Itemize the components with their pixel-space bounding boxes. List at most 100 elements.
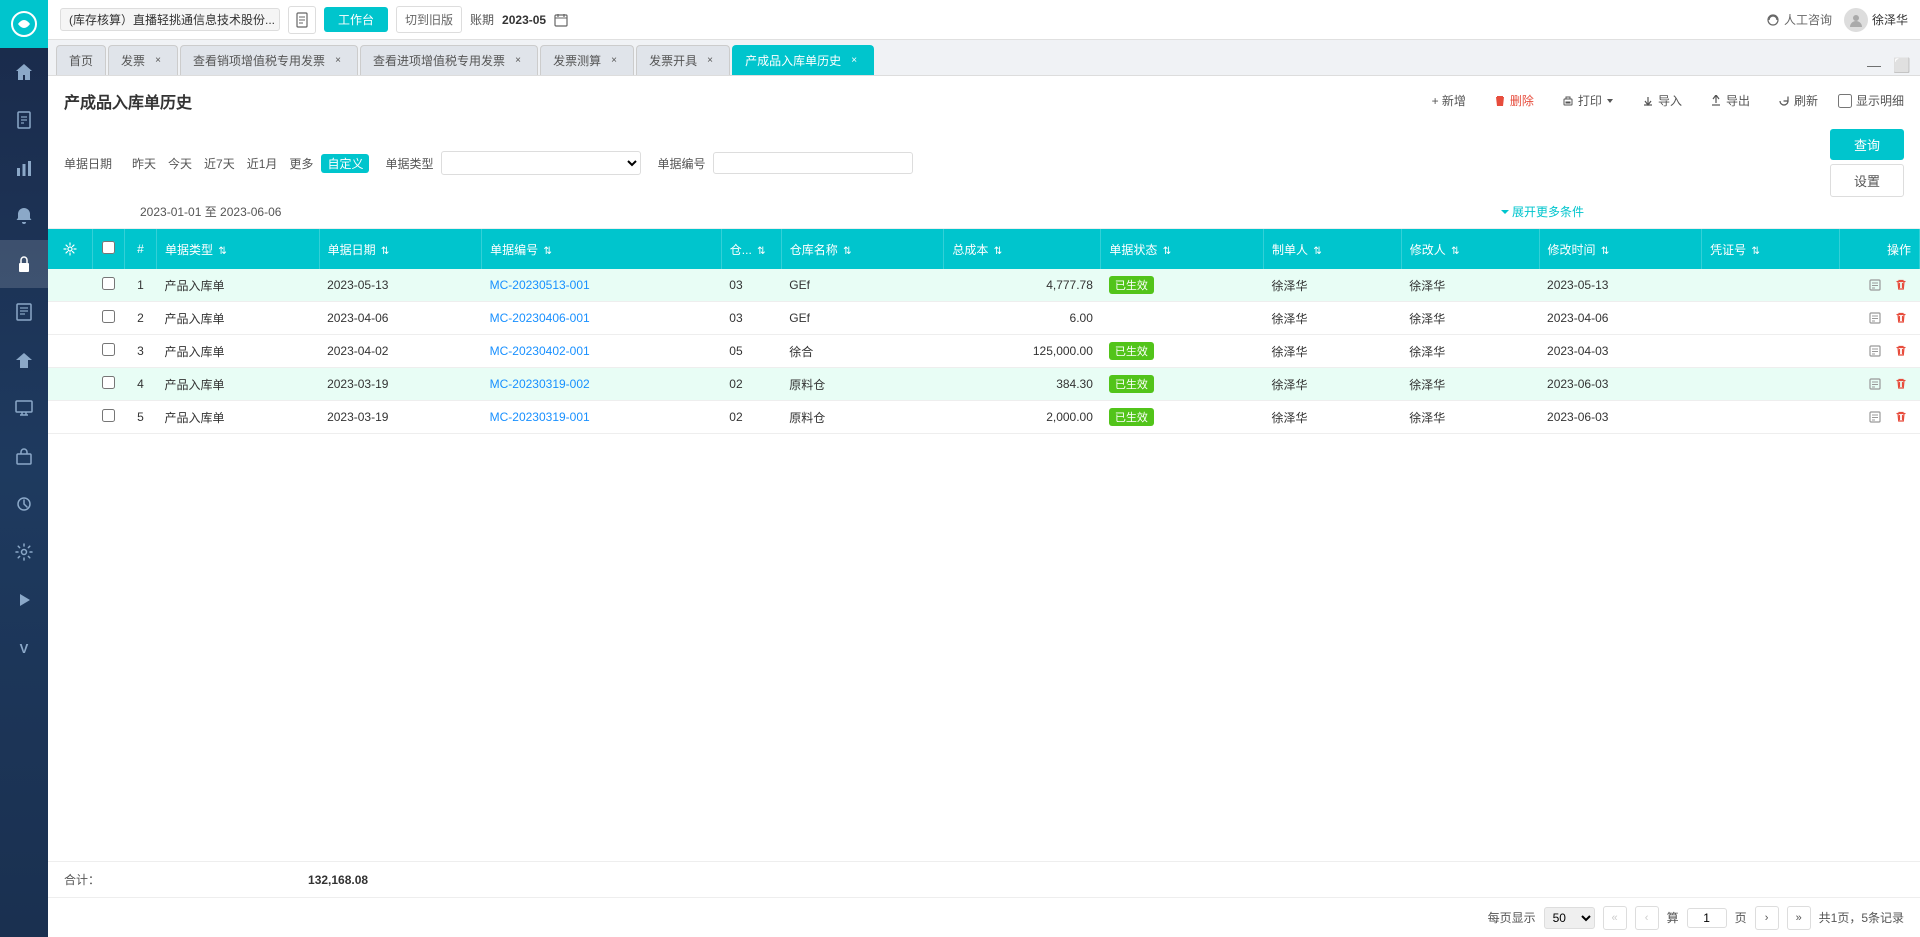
sidebar-item-briefcase[interactable] <box>0 432 48 480</box>
app-logo[interactable] <box>0 0 48 48</box>
print-button[interactable]: 打印 <box>1554 88 1622 113</box>
show-detail-checkbox[interactable] <box>1838 94 1852 108</box>
page-prev-btn[interactable]: ‹ <box>1635 906 1659 930</box>
company-selector[interactable]: (库存核算）直播轻挑通信息技术股份... <box>60 8 280 31</box>
sidebar-item-screen[interactable] <box>0 384 48 432</box>
col-doc-no[interactable]: 单据编号 ⇅ <box>482 229 722 269</box>
tab-product-inbound-close[interactable]: × <box>847 54 861 68</box>
col-warehouse-name[interactable]: 仓库名称 ⇅ <box>781 229 944 269</box>
row-doc-no-link[interactable]: MC-20230406-001 <box>490 311 590 325</box>
tab-invoice[interactable]: 发票 × <box>108 45 178 75</box>
col-modifier[interactable]: 修改人 ⇅ <box>1401 229 1539 269</box>
shortcut-7days[interactable]: 近7天 <box>200 154 239 173</box>
tab-invoice-calc[interactable]: 发票测算 × <box>540 45 634 75</box>
query-button[interactable]: 查询 <box>1830 129 1904 160</box>
tab-check-purchase-vat-close[interactable]: × <box>511 54 525 68</box>
col-doc-type[interactable]: 单据类型 ⇅ <box>157 229 320 269</box>
sidebar-item-home[interactable] <box>0 48 48 96</box>
row-doc-no[interactable]: MC-20230406-001 <box>482 302 722 335</box>
doc-type-select[interactable] <box>441 151 641 175</box>
row-doc-no-link[interactable]: MC-20230513-001 <box>490 278 590 292</box>
col-doc-date[interactable]: 单据日期 ⇅ <box>319 229 482 269</box>
sidebar-item-lock[interactable] <box>0 240 48 288</box>
row-edit-btn[interactable] <box>1865 275 1885 295</box>
row-delete-btn[interactable] <box>1891 275 1911 295</box>
shortcut-yesterday[interactable]: 昨天 <box>128 154 160 173</box>
user-info[interactable]: 徐泽华 <box>1844 8 1908 32</box>
col-total-cost[interactable]: 总成本 ⇅ <box>944 229 1101 269</box>
page-input[interactable] <box>1687 908 1727 928</box>
tab-invoice-open-close[interactable]: × <box>703 54 717 68</box>
sidebar-item-refresh[interactable] <box>0 480 48 528</box>
sidebar-item-invoice[interactable] <box>0 96 48 144</box>
expand-conditions-btn[interactable]: 展开更多条件 <box>1500 203 1584 220</box>
import-button[interactable]: 导入 <box>1634 88 1690 113</box>
doc-icon-btn[interactable] <box>288 6 316 34</box>
col-creator[interactable]: 制单人 ⇅ <box>1263 229 1401 269</box>
sidebar-item-doc[interactable] <box>0 288 48 336</box>
row-checkbox-cell[interactable] <box>93 335 125 368</box>
tab-check-sales-vat-close[interactable]: × <box>331 54 345 68</box>
page-first-btn[interactable]: « <box>1603 906 1627 930</box>
row-doc-no-link[interactable]: MC-20230319-002 <box>490 377 590 391</box>
row-edit-btn[interactable] <box>1865 341 1885 361</box>
settings-gear-icon[interactable] <box>56 235 84 263</box>
col-modify-time[interactable]: 修改时间 ⇅ <box>1539 229 1702 269</box>
tab-invoice-open[interactable]: 发票开具 × <box>636 45 730 75</box>
col-warehouse-no[interactable]: 仓... ⇅ <box>721 229 781 269</box>
col-doc-status[interactable]: 单据状态 ⇅ <box>1101 229 1264 269</box>
tab-maximize-btn[interactable]: ⬜ <box>1892 55 1912 75</box>
row-checkbox[interactable] <box>102 310 115 323</box>
row-checkbox[interactable] <box>102 343 115 356</box>
row-delete-btn[interactable] <box>1891 374 1911 394</box>
per-page-select[interactable]: 50 100 200 <box>1544 907 1595 929</box>
tab-check-purchase-vat[interactable]: 查看进项增值税专用发票 × <box>360 45 538 75</box>
row-checkbox-cell[interactable] <box>93 302 125 335</box>
sidebar-item-gear[interactable] <box>0 528 48 576</box>
show-detail-toggle[interactable]: 显示明细 <box>1838 92 1904 109</box>
row-doc-no[interactable]: MC-20230513-001 <box>482 269 722 302</box>
row-doc-no[interactable]: MC-20230402-001 <box>482 335 722 368</box>
row-checkbox-cell[interactable] <box>93 368 125 401</box>
row-doc-no[interactable]: MC-20230319-002 <box>482 368 722 401</box>
row-delete-btn[interactable] <box>1891 308 1911 328</box>
settings-button[interactable]: 设置 <box>1830 164 1904 197</box>
row-delete-btn[interactable] <box>1891 341 1911 361</box>
row-doc-no-link[interactable]: MC-20230319-001 <box>490 410 590 424</box>
user-service[interactable]: 人工咨询 <box>1766 11 1832 28</box>
row-checkbox[interactable] <box>102 376 115 389</box>
export-button[interactable]: 导出 <box>1702 88 1758 113</box>
row-delete-btn[interactable] <box>1891 407 1911 427</box>
col-settings[interactable] <box>48 229 93 269</box>
new-button[interactable]: + 新增 <box>1424 88 1474 113</box>
tab-invoice-calc-close[interactable]: × <box>607 54 621 68</box>
tab-check-sales-vat[interactable]: 查看销项增值税专用发票 × <box>180 45 358 75</box>
shortcut-custom[interactable]: 自定义 <box>321 154 369 173</box>
row-checkbox-cell[interactable] <box>93 269 125 302</box>
sidebar-item-chart[interactable] <box>0 144 48 192</box>
shortcut-more[interactable]: 更多 <box>285 154 317 173</box>
delete-button[interactable]: 删除 <box>1486 88 1542 113</box>
row-edit-btn[interactable] <box>1865 308 1885 328</box>
row-edit-btn[interactable] <box>1865 374 1885 394</box>
row-edit-btn[interactable] <box>1865 407 1885 427</box>
row-checkbox[interactable] <box>102 277 115 290</box>
sidebar-item-notification[interactable] <box>0 192 48 240</box>
tab-product-inbound[interactable]: 产成品入库单历史 × <box>732 45 874 75</box>
switch-period-button[interactable]: 切到旧版 <box>396 6 462 33</box>
sidebar-item-play[interactable] <box>0 576 48 624</box>
page-last-btn[interactable]: » <box>1787 906 1811 930</box>
refresh-button[interactable]: 刷新 <box>1770 88 1826 113</box>
select-all-checkbox[interactable] <box>102 241 115 254</box>
tab-invoice-close[interactable]: × <box>151 54 165 68</box>
col-checkbox[interactable] <box>93 229 125 269</box>
doc-no-input[interactable] <box>713 152 913 174</box>
tab-minimize-btn[interactable]: — <box>1864 55 1884 75</box>
sidebar-item-v[interactable]: V <box>0 624 48 672</box>
row-checkbox[interactable] <box>102 409 115 422</box>
page-next-btn[interactable]: › <box>1755 906 1779 930</box>
sidebar-item-warehouse[interactable] <box>0 336 48 384</box>
tab-home[interactable]: 首页 <box>56 45 106 75</box>
workbench-button[interactable]: 工作台 <box>324 7 388 32</box>
row-doc-no-link[interactable]: MC-20230402-001 <box>490 344 590 358</box>
